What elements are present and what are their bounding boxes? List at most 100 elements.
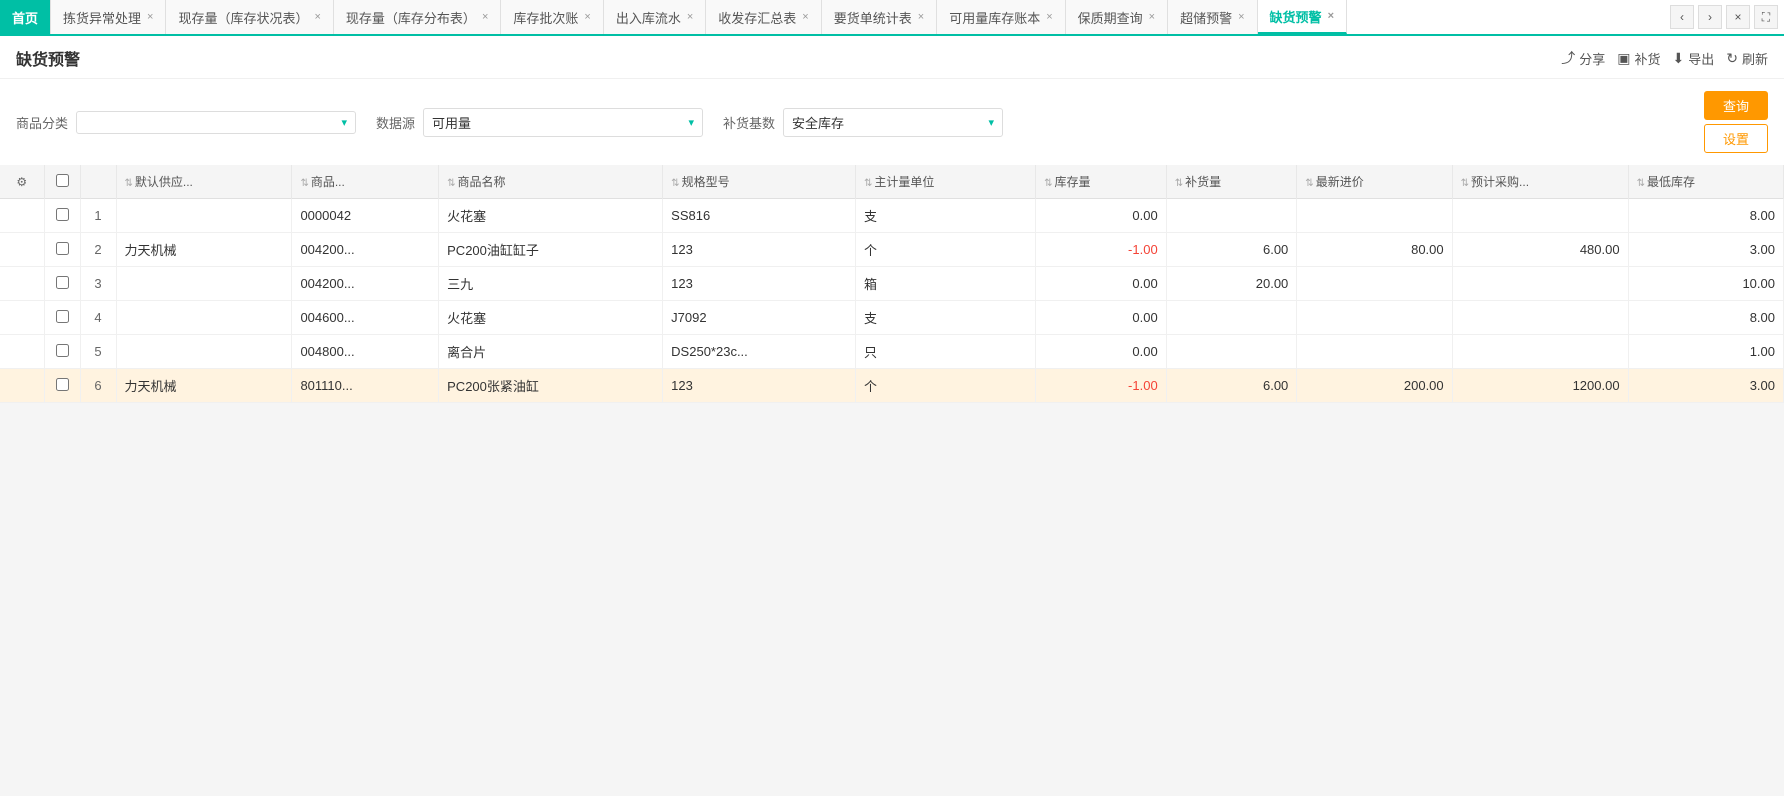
row-stock-qty: 0.00 [1036, 199, 1167, 233]
row-checkbox[interactable] [56, 208, 69, 221]
col-spec-header[interactable]: ⇅规格型号 [663, 165, 856, 199]
datasource-filter-group: 数据源 可用量 ▾ [376, 108, 703, 137]
row-min-stock: 3.00 [1628, 233, 1783, 267]
tab-prev-button[interactable]: ‹ [1670, 5, 1694, 29]
row-stock-qty: -1.00 [1036, 369, 1167, 403]
tab-receive-total-close[interactable]: × [802, 11, 808, 23]
row-spec: SS816 [663, 199, 856, 233]
row-product-name: 离合片 [439, 335, 663, 369]
page-header: 缺货预警 ⤴ 分享 ▣ 补货 ⬇ 导出 ↻ 刷新 [0, 36, 1784, 79]
col-min-stock-header[interactable]: ⇅最低库存 [1628, 165, 1783, 199]
tab-batch-account[interactable]: 库存批次账 × [501, 0, 603, 34]
tab-overstock-close[interactable]: × [1238, 11, 1244, 23]
tab-inventory-status[interactable]: 现存量（库存状况表） × [166, 0, 333, 34]
refresh-label: 刷新 [1742, 49, 1768, 68]
tab-receive-total-label: 收发存汇总表 [718, 8, 796, 27]
row-checkbox-cell[interactable] [44, 267, 80, 301]
tab-inventory-dist-label: 现存量（库存分布表） [346, 8, 476, 27]
page-content: 缺货预警 ⤴ 分享 ▣ 补货 ⬇ 导出 ↻ 刷新 商品分类 [0, 36, 1784, 403]
row-replenish-qty: 6.00 [1166, 233, 1297, 267]
category-label: 商品分类 [16, 113, 68, 132]
datasource-select[interactable]: 可用量 ▾ [423, 108, 703, 137]
refresh-button[interactable]: ↻ 刷新 [1726, 49, 1768, 68]
row-checkbox[interactable] [56, 242, 69, 255]
row-spec: DS250*23c... [663, 335, 856, 369]
row-checkbox[interactable] [56, 276, 69, 289]
row-supplier: 力天机械 [116, 369, 292, 403]
export-button[interactable]: ⬇ 导出 [1673, 49, 1715, 68]
row-checkbox[interactable] [56, 344, 69, 357]
row-checkbox-cell[interactable] [44, 335, 80, 369]
tab-avail-ledger[interactable]: 可用量库存账本 × [937, 0, 1065, 34]
tab-overstock[interactable]: 超储预警 × [1168, 0, 1257, 34]
col-replenish-qty-header[interactable]: ⇅补货量 [1166, 165, 1297, 199]
tab-demand-stats-close[interactable]: × [918, 11, 924, 23]
row-no: 2 [80, 233, 116, 267]
row-min-stock: 8.00 [1628, 301, 1783, 335]
tab-expiry-query-label: 保质期查询 [1078, 8, 1143, 27]
tab-shortage-close[interactable]: × [1328, 10, 1334, 22]
tab-receive-total[interactable]: 收发存汇总表 × [706, 0, 821, 34]
tab-demand-stats[interactable]: 要货单统计表 × [822, 0, 937, 34]
tab-exception-close[interactable]: × [147, 11, 153, 23]
tab-inventory-status-close[interactable]: × [314, 11, 320, 23]
share-icon: ⤴ [1561, 48, 1575, 68]
tab-fullscreen-button[interactable]: ⛶ [1754, 5, 1778, 29]
settings-button[interactable]: 设置 [1704, 124, 1768, 153]
tab-avail-ledger-close[interactable]: × [1046, 11, 1052, 23]
row-checkbox-cell[interactable] [44, 301, 80, 335]
tab-inventory-dist-close[interactable]: × [482, 11, 488, 23]
row-no: 6 [80, 369, 116, 403]
export-label: 导出 [1688, 49, 1714, 68]
datasource-label: 数据源 [376, 113, 415, 132]
tab-exception[interactable]: 拣货异常处理 × [51, 0, 166, 34]
row-product-code: 004600... [292, 301, 439, 335]
tab-shortage-label: 缺货预警 [1270, 7, 1322, 26]
col-supplier-header[interactable]: ⇅默认供应... [116, 165, 292, 199]
settings-icon: ⚙ [16, 175, 27, 189]
row-stock-qty: 0.00 [1036, 335, 1167, 369]
tab-close-all-button[interactable]: × [1726, 5, 1750, 29]
tab-expiry-query-close[interactable]: × [1149, 11, 1155, 23]
table-row: 3 004200... 三九 123 箱 0.00 20.00 10.00 [0, 267, 1784, 301]
row-settings-cell [0, 199, 44, 233]
row-checkbox-cell[interactable] [44, 199, 80, 233]
replenish-base-select[interactable]: 安全库存 ▾ [783, 108, 1003, 137]
tab-home[interactable]: 首页 [0, 0, 51, 34]
col-unit-header[interactable]: ⇅主计量单位 [856, 165, 1036, 199]
export-icon: ⬇ [1673, 50, 1685, 67]
replenish-button[interactable]: ▣ 补货 [1617, 49, 1660, 68]
tab-batch-account-close[interactable]: × [584, 11, 590, 23]
col-stock-qty-header[interactable]: ⇅库存量 [1036, 165, 1167, 199]
data-table: ⚙ ⇅默认供应... ⇅商品... ⇅商品名称 ⇅规格型号 ⇅主计量单位 ⇅库存… [0, 165, 1784, 403]
tab-next-button[interactable]: › [1698, 5, 1722, 29]
row-unit: 只 [856, 335, 1036, 369]
row-checkbox-cell[interactable] [44, 369, 80, 403]
row-supplier [116, 199, 292, 233]
row-product-code: 004200... [292, 267, 439, 301]
row-checkbox[interactable] [56, 378, 69, 391]
col-settings[interactable]: ⚙ [0, 165, 44, 199]
row-checkbox-cell[interactable] [44, 233, 80, 267]
row-checkbox[interactable] [56, 310, 69, 323]
col-product-code-header[interactable]: ⇅商品... [292, 165, 439, 199]
row-supplier: 力天机械 [116, 233, 292, 267]
row-est-purchase: 1200.00 [1452, 369, 1628, 403]
row-no: 4 [80, 301, 116, 335]
share-label: 分享 [1579, 49, 1605, 68]
tab-inventory-dist[interactable]: 现存量（库存分布表） × [334, 0, 501, 34]
col-latest-price-header[interactable]: ⇅最新进价 [1297, 165, 1452, 199]
col-est-purchase-header[interactable]: ⇅预计采购... [1452, 165, 1628, 199]
tab-inout-flow-label: 出入库流水 [616, 8, 681, 27]
tab-expiry-query[interactable]: 保质期查询 × [1066, 0, 1168, 34]
select-all-checkbox[interactable] [56, 174, 69, 187]
col-product-name-header[interactable]: ⇅商品名称 [439, 165, 663, 199]
query-button[interactable]: 查询 [1704, 91, 1768, 120]
share-button[interactable]: ⤴ 分享 [1561, 48, 1605, 68]
tab-shortage[interactable]: 缺货预警 × [1258, 0, 1347, 34]
tab-inout-flow[interactable]: 出入库流水 × [604, 0, 706, 34]
tab-inout-flow-close[interactable]: × [687, 11, 693, 23]
category-select[interactable]: ▾ [76, 111, 356, 134]
row-product-code: 801110... [292, 369, 439, 403]
tab-bar: 首页 拣货异常处理 × 现存量（库存状况表） × 现存量（库存分布表） × 库存… [0, 0, 1784, 36]
